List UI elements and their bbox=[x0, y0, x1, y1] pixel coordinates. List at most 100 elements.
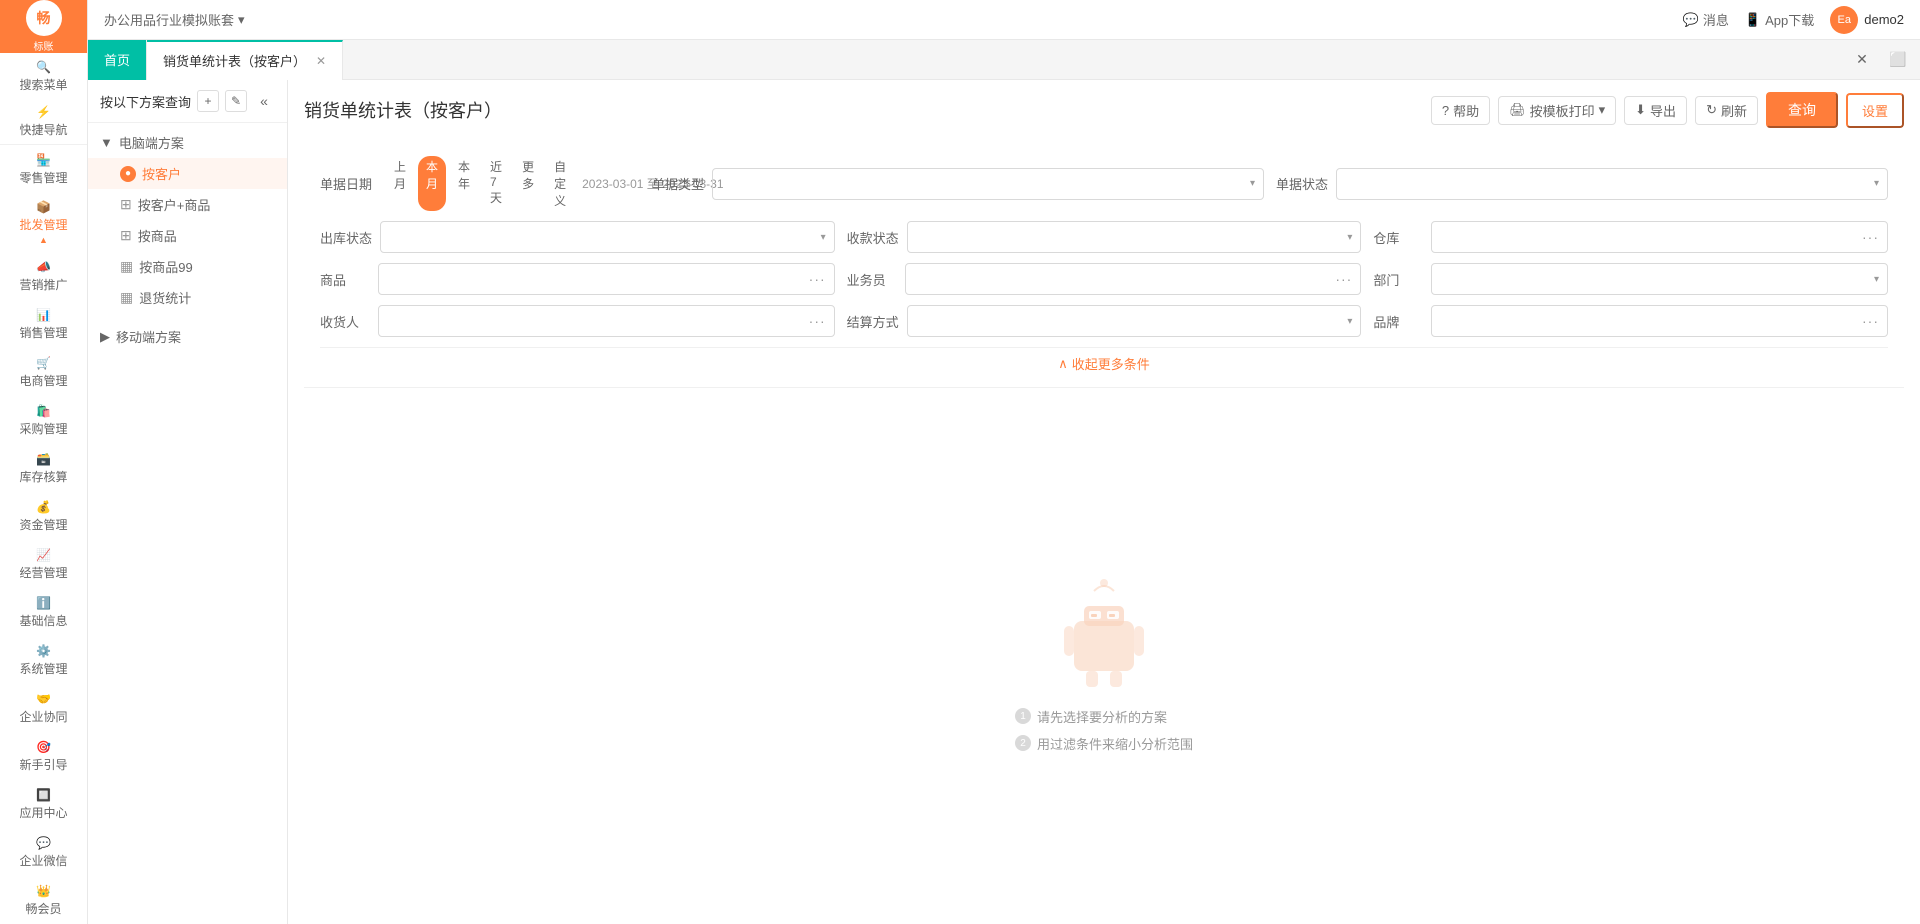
brand-input[interactable]: ··· bbox=[1431, 305, 1888, 337]
date-tab-this-month[interactable]: 本月 bbox=[418, 156, 446, 211]
scheme-item-by-goods[interactable]: ⊞ 按商品 bbox=[88, 220, 287, 251]
sidebar-marketing-label: 营销推广 bbox=[19, 276, 67, 293]
user-info[interactable]: Ea demo2 bbox=[1830, 6, 1904, 34]
template-print-button[interactable]: 🖨 按模板打印 ▾ bbox=[1498, 96, 1616, 125]
breadcrumb-arrow-icon: ▾ bbox=[238, 12, 245, 28]
page-content: 按以下方案查询 + ✎ « ▼ 电脑端方案 ● 按客户 ⊞ bbox=[88, 80, 1920, 924]
sidebar-item-system[interactable]: ⚙️ 系统管理 bbox=[0, 636, 88, 684]
date-tab-last-month[interactable]: 上月 bbox=[386, 156, 414, 211]
sidebar-item-enterprise-wechat[interactable]: 💬 企业微信 bbox=[0, 828, 88, 876]
main-area: 办公用品行业模拟账套 ▾ 💬 消息 📱 App下载 Ea demo2 首页 bbox=[88, 0, 1920, 924]
scheme-item-by-customer-goods-label: 按客户+商品 bbox=[138, 195, 211, 214]
ecommerce-icon: 🛒 bbox=[36, 356, 51, 370]
scheme-group-mobile-header[interactable]: ▶ 移动端方案 bbox=[88, 321, 287, 352]
goods-label: 商品 bbox=[320, 270, 370, 289]
warehouse-input[interactable]: ··· bbox=[1431, 221, 1888, 253]
sidebar-operations-label: 经营管理 bbox=[19, 564, 67, 581]
consignee-input[interactable]: ··· bbox=[378, 305, 835, 337]
sidebar-wholesale-label: 批发管理 bbox=[19, 216, 67, 233]
scheme-item-by-goods99[interactable]: ▦ 按商品99 bbox=[88, 251, 287, 282]
mobile-group-label: 移动端方案 bbox=[116, 327, 275, 346]
sidebar-item-member[interactable]: 👑 畅会员 bbox=[0, 876, 88, 924]
scheme-item-by-customer-goods[interactable]: ⊞ 按客户+商品 bbox=[88, 189, 287, 220]
sidebar-item-ecommerce[interactable]: 🛒 电商管理 bbox=[0, 348, 88, 396]
scheme-item-return-stats[interactable]: ▦ 退货统计 bbox=[88, 282, 287, 313]
tab-home[interactable]: 首页 bbox=[88, 40, 147, 80]
order-type-input[interactable]: ▾ bbox=[712, 168, 1264, 200]
sidebar-item-wholesale[interactable]: 📦 批发管理 ▲ bbox=[0, 193, 88, 252]
scheme-panel: 按以下方案查询 + ✎ « ▼ 电脑端方案 ● 按客户 ⊞ bbox=[88, 80, 288, 924]
scheme-item-by-goods-label: 按商品 bbox=[138, 226, 177, 245]
order-type-arrow-icon: ▾ bbox=[1250, 178, 1255, 189]
date-tab-7days[interactable]: 近7天 bbox=[482, 156, 510, 211]
refresh-icon: ↻ bbox=[1706, 102, 1717, 118]
scheme-group-desktop-header[interactable]: ▼ 电脑端方案 bbox=[88, 127, 287, 158]
marketing-icon: 📣 bbox=[36, 260, 51, 274]
guide-icon: 🎯 bbox=[36, 740, 51, 754]
export-button[interactable]: ⬇ 导出 bbox=[1624, 96, 1687, 125]
logo-icon: 畅 bbox=[26, 0, 62, 36]
breadcrumb-text: 办公用品行业模拟账套 bbox=[104, 10, 234, 29]
sidebar-item-finance[interactable]: 💰 资金管理 bbox=[0, 492, 88, 540]
tab-close-icon[interactable]: ✕ bbox=[316, 54, 326, 68]
sidebar-item-inventory[interactable]: 🗃️ 库存核算 bbox=[0, 444, 88, 492]
salesperson-input[interactable]: ··· bbox=[905, 263, 1362, 295]
sidebar-item-basic-info[interactable]: ℹ️ 基础信息 bbox=[0, 588, 88, 636]
sidebar-item-quick-nav[interactable]: ⚡ 快捷导航 bbox=[0, 99, 88, 145]
retail-icon: 🏪 bbox=[36, 153, 51, 167]
collapse-bar[interactable]: ∧ 收起更多条件 bbox=[320, 347, 1888, 379]
settlement-input[interactable]: ▾ bbox=[907, 305, 1362, 337]
top-header: 办公用品行业模拟账套 ▾ 💬 消息 📱 App下载 Ea demo2 bbox=[88, 0, 1920, 40]
date-tab-this-year[interactable]: 本年 bbox=[450, 156, 478, 211]
breadcrumb-dropdown[interactable]: 办公用品行业模拟账套 ▾ bbox=[104, 10, 245, 29]
sidebar-item-purchase[interactable]: 🛍️ 采购管理 bbox=[0, 396, 88, 444]
search-icon: 🔍 bbox=[36, 60, 51, 74]
tab-restore-button[interactable]: ⬜ bbox=[1884, 46, 1912, 74]
sidebar-item-operations[interactable]: 📈 经营管理 bbox=[0, 540, 88, 588]
scheme-item-by-customer[interactable]: ● 按客户 bbox=[88, 158, 287, 189]
basic-info-icon: ℹ️ bbox=[36, 596, 51, 610]
salesperson-label: 业务员 bbox=[847, 270, 897, 289]
sidebar-item-search[interactable]: 🔍 搜索菜单 bbox=[0, 53, 88, 99]
warehouse-filter: 仓库 ··· bbox=[1373, 221, 1888, 253]
sidebar-item-enterprise-collab[interactable]: 🤝 企业协同 bbox=[0, 684, 88, 732]
user-name: demo2 bbox=[1864, 12, 1904, 27]
sidebar-item-retail[interactable]: 🏪 零售管理 bbox=[0, 145, 88, 193]
department-input[interactable]: ▾ bbox=[1431, 263, 1888, 295]
bar-icon-1: ▦ bbox=[120, 258, 133, 275]
date-tab-custom[interactable]: 自定义 bbox=[546, 156, 574, 211]
print-icon: 🖨 bbox=[1509, 102, 1526, 118]
help-button[interactable]: ? 帮助 bbox=[1431, 96, 1490, 125]
department-label: 部门 bbox=[1373, 270, 1423, 289]
sidebar-item-app-center[interactable]: 🔲 应用中心 bbox=[0, 780, 88, 828]
tab-close-window-button[interactable]: ✕ bbox=[1848, 46, 1876, 74]
settings-button[interactable]: 设置 bbox=[1846, 93, 1904, 128]
scheme-add-button[interactable]: + bbox=[197, 90, 219, 112]
print-dropdown-icon: ▾ bbox=[1599, 102, 1606, 118]
scheme-edit-button[interactable]: ✎ bbox=[225, 90, 247, 112]
query-button[interactable]: 查询 bbox=[1766, 92, 1838, 128]
tab-bar-actions: ✕ ⬜ bbox=[1848, 46, 1920, 74]
app-download-button[interactable]: 📱 App下载 bbox=[1745, 10, 1814, 29]
message-button[interactable]: 💬 消息 bbox=[1683, 10, 1729, 29]
grid-icon-2: ⊞ bbox=[120, 227, 132, 244]
order-status-input[interactable]: ▾ bbox=[1336, 168, 1888, 200]
out-status-arrow-icon: ▾ bbox=[821, 232, 826, 243]
sidebar-item-sales[interactable]: 📊 销售管理 bbox=[0, 300, 88, 348]
tab-bar: 首页 销货单统计表（按客户） ✕ ✕ ⬜ bbox=[88, 40, 1920, 80]
tab-sales-stats[interactable]: 销货单统计表（按客户） ✕ bbox=[147, 40, 343, 80]
receipt-status-input[interactable]: ▾ bbox=[907, 221, 1362, 253]
scheme-collapse-button[interactable]: « bbox=[253, 90, 275, 112]
receipt-status-arrow-icon: ▾ bbox=[1347, 232, 1352, 243]
sidebar-quicknav-label: 快捷导航 bbox=[19, 121, 67, 138]
out-status-input[interactable]: ▾ bbox=[380, 221, 835, 253]
date-tab-more[interactable]: 更多 bbox=[514, 156, 542, 211]
sidebar-item-marketing[interactable]: 📣 营销推广 bbox=[0, 252, 88, 300]
wholesale-expand-icon: ▲ bbox=[39, 235, 48, 245]
date-filter: 单据日期 上月 本月 本年 近7天 更多 自定义 2023-03-01 至 20… bbox=[320, 156, 640, 211]
refresh-button[interactable]: ↻ 刷新 bbox=[1695, 96, 1758, 125]
goods-input[interactable]: ··· bbox=[378, 263, 835, 295]
sales-stats-tab-label: 销货单统计表（按客户） bbox=[163, 51, 306, 70]
enterprise-wechat-icon: 💬 bbox=[36, 836, 51, 850]
sidebar-item-guide[interactable]: 🎯 新手引导 bbox=[0, 732, 88, 780]
